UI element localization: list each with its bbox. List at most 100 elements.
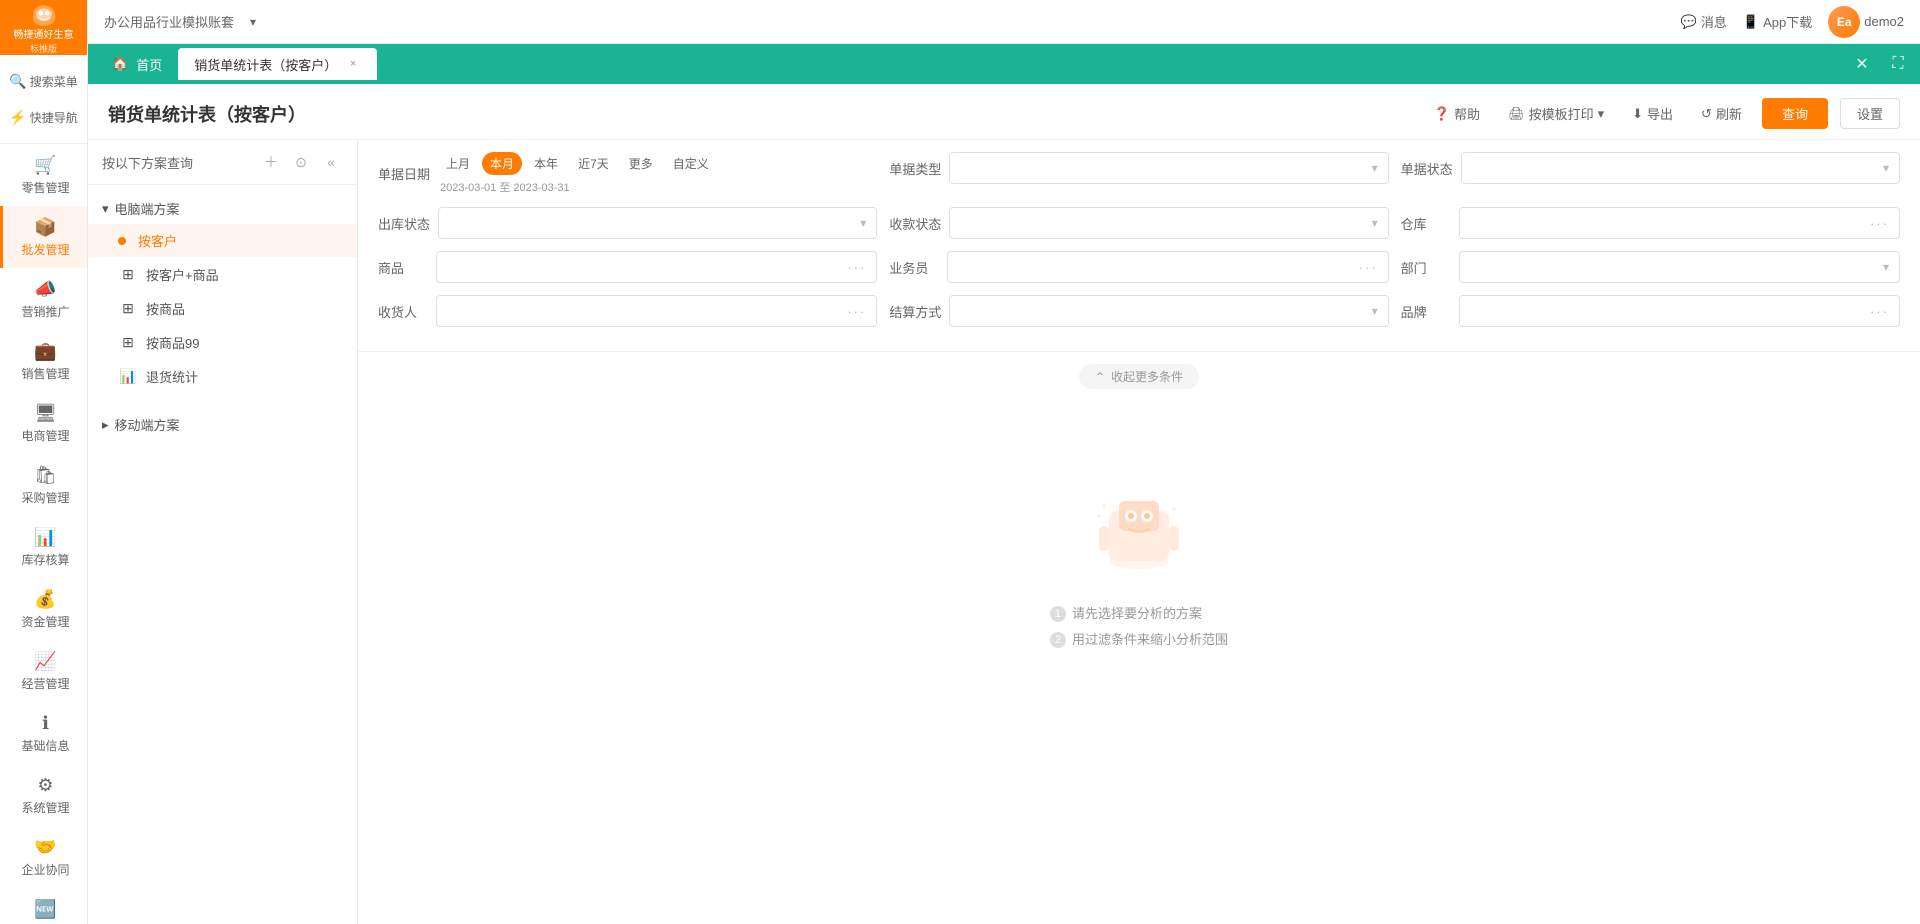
scheme-item-by-goods99[interactable]: ⊞ 按商品99: [88, 325, 357, 359]
basic-icon: ℹ: [35, 712, 57, 734]
collapse-panel-btn[interactable]: «: [319, 150, 343, 174]
staff-label: 业务员: [889, 258, 939, 277]
filter-field-brand: 品牌 ···: [1401, 295, 1900, 327]
settle-chevron-icon: ▾: [1372, 304, 1378, 318]
add-scheme-btn[interactable]: ＋: [259, 150, 283, 174]
scheme-item-return-stats[interactable]: 📊 退货统计: [88, 359, 357, 393]
brand-input[interactable]: ···: [1459, 295, 1900, 327]
warehouse-input[interactable]: ···: [1459, 207, 1900, 239]
collapse-btn-container: ⌃ 收起更多条件: [358, 356, 1920, 397]
empty-tip-1: 1 请先选择要分析的方案: [1050, 601, 1228, 627]
date-tab-custom[interactable]: 自定义: [665, 152, 717, 175]
date-tab-this-year[interactable]: 本年: [526, 152, 566, 175]
warehouse-label: 仓库: [1401, 214, 1451, 233]
scheme-group-mobile[interactable]: ▸ 移动端方案: [88, 409, 357, 440]
marketing-icon: 📣: [35, 278, 57, 300]
tab-sales-stats[interactable]: 销货单统计表（按客户） ×: [178, 48, 377, 80]
message-btn[interactable]: 💬 消息: [1681, 12, 1727, 31]
status-input[interactable]: ▾: [1461, 152, 1900, 184]
app-logo[interactable]: 畅捷通好生意 标推版: [0, 0, 88, 55]
empty-tips: 1 请先选择要分析的方案 2 用过滤条件来缩小分析范围: [1050, 601, 1228, 653]
sidebar-item-basic[interactable]: ℹ 基础信息: [0, 702, 88, 764]
active-indicator: [118, 237, 126, 245]
scheme-item-by-customer[interactable]: 按客户: [88, 224, 357, 257]
quick-nav-item[interactable]: ⚡ 快捷导航: [4, 99, 84, 135]
tab-close-all-btn[interactable]: ✕: [1848, 50, 1876, 78]
pay-status-label: 收款状态: [889, 214, 941, 233]
export-btn[interactable]: ⬇ 导出: [1624, 100, 1681, 127]
sidebar-item-sales[interactable]: 💼 销售管理: [0, 330, 88, 392]
date-tabs: 上月 本月 本年 近7天 更多 自定义: [438, 152, 877, 175]
dept-input[interactable]: ▾: [1459, 251, 1900, 283]
staff-input[interactable]: ···: [947, 251, 1388, 283]
user-profile[interactable]: Ea demo2: [1828, 6, 1904, 38]
sidebar-item-system[interactable]: ⚙ 系统管理: [0, 764, 88, 826]
search-menu-item[interactable]: 🔍 搜索菜单: [4, 63, 84, 99]
scheme-group-pc[interactable]: ▾ 电脑端方案: [88, 193, 357, 224]
recipient-input[interactable]: ···: [436, 295, 877, 327]
finance-icon: 💰: [35, 588, 57, 610]
ecommerce-icon: 🖥: [35, 402, 57, 424]
filter-row-3: 商品 ··· 业务员 ··: [378, 251, 1900, 283]
sidebar-item-wholesale[interactable]: 📦 批发管理: [0, 206, 88, 268]
filter-panel-header: 按以下方案查询 ＋ ⊙ «: [88, 140, 357, 185]
scheme-item-by-customer-goods[interactable]: ⊞ 按客户+商品: [88, 257, 357, 291]
tip-num-2: 2: [1050, 632, 1066, 648]
app-download-btn[interactable]: 📱 App下载: [1743, 12, 1812, 31]
help-icon: ❓: [1434, 106, 1450, 122]
topbar: 办公用品行业模拟账套 ▾ 💬 消息 📱 App下载 Ea demo2: [88, 0, 1920, 44]
out-status-label: 出库状态: [378, 214, 430, 233]
sidebar-item-marketing[interactable]: 📣 营销推广: [0, 268, 88, 330]
app-logo-sub: 标推版: [30, 42, 57, 55]
type-input[interactable]: ▾: [949, 152, 1388, 184]
date-tab-more[interactable]: 更多: [621, 152, 661, 175]
industry-dropdown[interactable]: ▾: [250, 15, 256, 29]
export-icon: ⬇: [1632, 106, 1643, 122]
status-label: 单据状态: [1401, 159, 1453, 178]
collapse-icon: ⌃: [1095, 370, 1105, 384]
tab-fullscreen-btn[interactable]: ⛶: [1884, 50, 1912, 78]
date-tab-last-month[interactable]: 上月: [438, 152, 478, 175]
grid-icon: ⊞: [118, 264, 138, 284]
goods-input[interactable]: ···: [436, 251, 877, 283]
sidebar-item-ecommerce[interactable]: 🖥 电商管理: [0, 392, 88, 454]
brand-label: 品牌: [1401, 302, 1451, 321]
out-status-chevron-icon: ▾: [860, 216, 866, 230]
out-status-input[interactable]: ▾: [438, 207, 877, 239]
chevron-down-icon: ▾: [250, 15, 256, 29]
sidebar-item-retail[interactable]: 🛒 零售管理: [0, 144, 88, 206]
sidebar-item-newbie[interactable]: 🆕 新手引导: [0, 888, 88, 924]
settings-btn[interactable]: 设置: [1840, 98, 1900, 129]
page-content: 销货单统计表（按客户） ❓ 帮助 🖨 按模板打印 ▾ ⬇ 导出: [88, 84, 1920, 924]
sidebar-item-finance[interactable]: 💰 资金管理: [0, 578, 88, 640]
scheme-item-by-goods[interactable]: ⊞ 按商品: [88, 291, 357, 325]
sidebar-search-section: 🔍 搜索菜单 ⚡ 快捷导航: [0, 55, 87, 144]
collapse-more-conditions-btn[interactable]: ⌃ 收起更多条件: [1079, 364, 1199, 389]
page-inner: 销货单统计表（按客户） ❓ 帮助 🖨 按模板打印 ▾ ⬇ 导出: [88, 84, 1920, 924]
sidebar-item-purchase[interactable]: 🛍 采购管理: [0, 454, 88, 516]
date-tab-this-month[interactable]: 本月: [482, 152, 522, 175]
enterprise-icon: 🤝: [35, 836, 57, 858]
tab-close-btn[interactable]: ×: [345, 56, 361, 72]
pay-status-chevron-icon: ▾: [1372, 216, 1378, 230]
page-title: 销货单统计表（按客户）: [108, 101, 306, 127]
refresh-btn[interactable]: ↺ 刷新: [1693, 100, 1750, 127]
sidebar-item-inventory[interactable]: 📊 库存核算: [0, 516, 88, 578]
filter-bar: 单据日期 上月 本月 本年 近7天 更多 自定义: [358, 140, 1920, 352]
sales-icon: 💼: [35, 340, 57, 362]
tab-home[interactable]: 🏠 首页: [96, 48, 178, 80]
date-tab-7days[interactable]: 近7天: [570, 152, 617, 175]
app-logo-text: 畅捷通好生意: [14, 30, 74, 42]
print-btn[interactable]: 🖨 按模板打印 ▾: [1500, 100, 1612, 127]
filter-field-status: 单据状态 ▾: [1401, 152, 1900, 184]
dept-chevron-icon: ▾: [1883, 260, 1889, 274]
settle-input[interactable]: ▾: [949, 295, 1388, 327]
pay-status-input[interactable]: ▾: [949, 207, 1388, 239]
help-btn[interactable]: ❓ 帮助: [1426, 100, 1488, 127]
settings-scheme-btn[interactable]: ⊙: [289, 150, 313, 174]
type-label: 单据类型: [889, 159, 941, 178]
empty-illustration: [1079, 461, 1199, 581]
sidebar-item-enterprise[interactable]: 🤝 企业协同: [0, 826, 88, 888]
sidebar-item-operations[interactable]: 📈 经营管理: [0, 640, 88, 702]
query-btn[interactable]: 查询: [1762, 98, 1828, 129]
